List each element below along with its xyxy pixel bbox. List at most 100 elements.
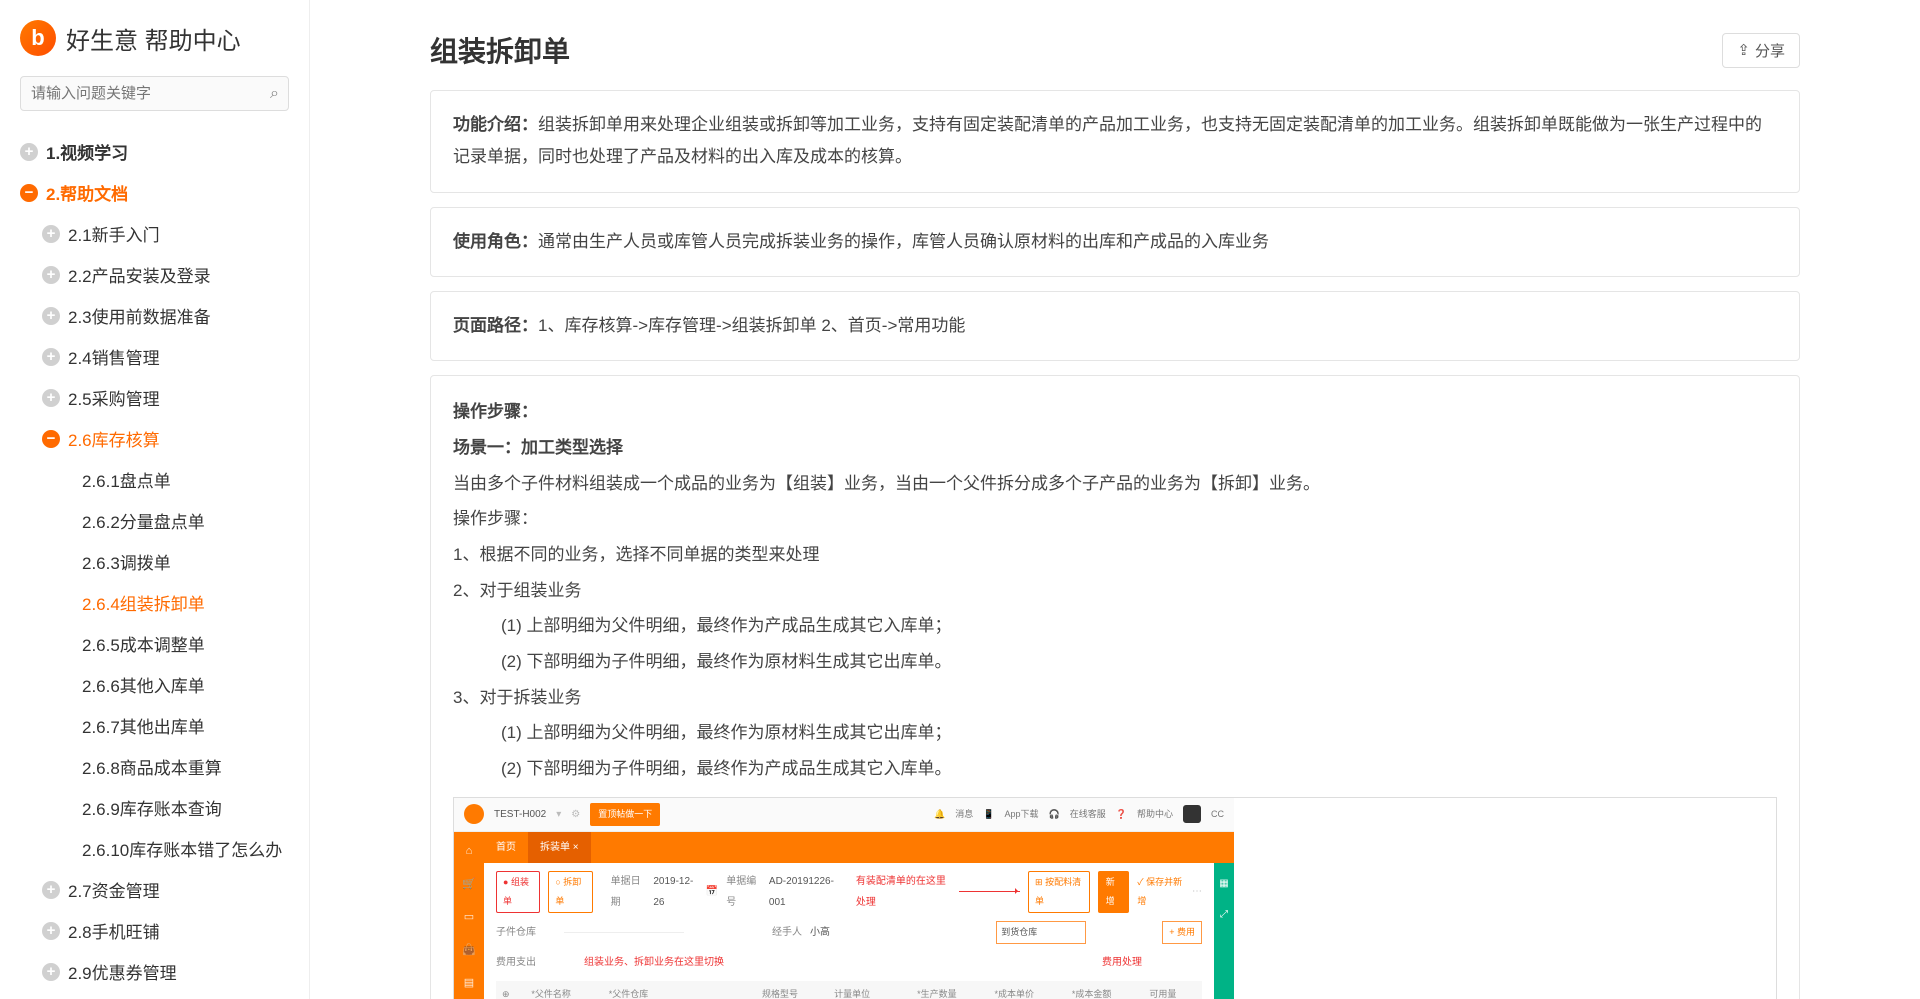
nav-2-6-3[interactable]: 2.6.3调拨单 — [20, 541, 289, 582]
file-icon: ▤ — [464, 972, 474, 995]
nav-2-4[interactable]: +2.4销售管理 — [20, 336, 289, 377]
role-label: 使用角色： — [453, 232, 538, 251]
step-3b: (2) 下部明细为子件明细，最终作为产成品生成其它入库单。 — [453, 751, 1777, 787]
search-input[interactable] — [20, 76, 289, 111]
more-icon: ⋯ — [1192, 881, 1202, 902]
steps-sub: 操作步骤： — [453, 501, 1777, 537]
nav-2-1[interactable]: +2.1新手入门 — [20, 213, 289, 254]
nav-2-6-5[interactable]: 2.6.5成本调整单 — [20, 623, 289, 664]
steps-section: 操作步骤： 场景一：加工类型选择 当由多个子件材料组装成一个成品的业务为【组装】… — [430, 375, 1800, 999]
sidebar: b 好生意 帮助中心 ⌕ +1.视频学习 −2.帮助文档 +2.1新手入门 +2… — [0, 0, 310, 999]
split-chip: ○ 拆卸单 — [548, 871, 592, 913]
nav-2-2[interactable]: +2.2产品安装及登录 — [20, 254, 289, 295]
nav-2-6[interactable]: −2.6库存核算 — [20, 418, 289, 459]
save-button: ✓ 保存并新增 — [1137, 873, 1184, 911]
intro-text: 组装拆卸单用来处理企业组装或拆卸等加工业务，支持有固定装配清单的产品加工业务，也… — [453, 115, 1762, 166]
plus-icon: + — [42, 963, 60, 981]
step-2: 2、对于组装业务 — [453, 573, 1777, 609]
share-button[interactable]: ⇪分享 — [1722, 33, 1800, 68]
right-toolbar: ▦ ⤢ — [1214, 863, 1234, 999]
role-box: 使用角色：通常由生产人员或库管人员完成拆装业务的操作，库管人员确认原材料的出库和… — [430, 207, 1800, 277]
new-button: 新增 — [1098, 871, 1130, 913]
plus-icon: + — [42, 307, 60, 325]
dest-field: 到货仓库 — [996, 921, 1086, 944]
logo-icon: b — [20, 20, 56, 56]
nav-2-8[interactable]: +2.8手机旺铺 — [20, 910, 289, 951]
nav-2-10[interactable]: +2.10经营管理 — [20, 992, 289, 999]
tab-doc: 拆装单 × — [528, 832, 591, 863]
step-3: 3、对于拆装业务 — [453, 680, 1777, 716]
box-icon: ▭ — [464, 906, 474, 929]
site-title: 好生意 帮助中心 — [66, 21, 241, 56]
nav-video[interactable]: +1.视频学习 — [20, 131, 289, 172]
intro-label: 功能介绍： — [453, 115, 538, 134]
plus-icon: + — [20, 143, 38, 161]
nav-2-6-8[interactable]: 2.6.8商品成本重算 — [20, 746, 289, 787]
path-label: 页面路径： — [453, 316, 538, 335]
note-config: 有装配清单的在这里处理 — [856, 871, 951, 913]
help-icon: ❓ — [1116, 805, 1127, 824]
path-box: 页面路径：1、库存核算->库存管理->组装拆卸单 2、首页->常用功能 — [430, 291, 1800, 361]
nav-2-6-2[interactable]: 2.6.2分量盘点单 — [20, 500, 289, 541]
note-fee: 费用处理 — [1102, 952, 1142, 973]
nav-2-6-7[interactable]: 2.6.7其他出库单 — [20, 705, 289, 746]
tenant-name: TEST-H002 — [494, 804, 546, 825]
nav-2-6-6[interactable]: 2.6.6其他入库单 — [20, 664, 289, 705]
nav-2-6-9[interactable]: 2.6.9库存账本查询 — [20, 787, 289, 828]
nav-2-7[interactable]: +2.7资金管理 — [20, 869, 289, 910]
app-sidebar: ⌂ 🛒 ▭ 👜 ▤ 💳 — [454, 832, 484, 999]
gear-icon: ⚙ — [571, 804, 580, 825]
parent-table: ⊕*父件名称*父件仓库规格型号计量单位*生产数量*成本单价*成本金额可用量 1商… — [496, 981, 1202, 999]
nav-2-9[interactable]: +2.9优惠券管理 — [20, 951, 289, 992]
dropdown-icon: ▾ — [556, 804, 561, 825]
nav-2-6-4[interactable]: 2.6.4组装拆卸单 — [20, 582, 289, 623]
plus-icon: + — [42, 348, 60, 366]
avatar-icon — [1183, 805, 1201, 823]
plus-icon: + — [42, 225, 60, 243]
calendar-icon: 📅 — [706, 881, 718, 902]
steps-title: 操作步骤： — [453, 394, 1777, 430]
phone-icon: 📱 — [983, 805, 994, 824]
nav-help-docs[interactable]: −2.帮助文档 — [20, 172, 289, 213]
role-text: 通常由生产人员或库管人员完成拆装业务的操作，库管人员确认原材料的出库和产成品的入… — [538, 232, 1269, 251]
app-logo-icon — [464, 804, 484, 824]
site-logo-row: b 好生意 帮助中心 — [20, 20, 289, 56]
top-promo-button: 置顶帖做一下 — [590, 803, 660, 826]
arrow-icon — [959, 891, 1020, 892]
plus-icon: + — [42, 881, 60, 899]
share-icon: ⇪ — [1737, 41, 1750, 59]
screenshot-illustration: TEST-H002 ▾ ⚙ 置顶帖做一下 🔔消息 📱App下载 🎧在线客服 ❓帮… — [453, 797, 1777, 999]
expand-icon: ⤢ — [1220, 904, 1228, 925]
bag-icon: 👜 — [462, 939, 476, 962]
minus-icon: − — [20, 184, 38, 202]
nav-2-6-1[interactable]: 2.6.1盘点单 — [20, 459, 289, 500]
assemble-chip: ● 组装单 — [496, 871, 540, 913]
search-icon[interactable]: ⌕ — [270, 85, 279, 103]
nav-2-3[interactable]: +2.3使用前数据准备 — [20, 295, 289, 336]
search-box: ⌕ — [20, 76, 289, 111]
minus-icon: − — [42, 430, 60, 448]
nav-tree: +1.视频学习 −2.帮助文档 +2.1新手入门 +2.2产品安装及登录 +2.… — [20, 131, 289, 999]
home-icon: ⌂ — [466, 840, 473, 863]
step-2b: (2) 下部明细为子件明细，最终作为原材料生成其它出库单。 — [453, 644, 1777, 680]
step-2a: (1) 上部明细为父件明细，最终作为产成品生成其它入库单； — [453, 608, 1777, 644]
scene-title: 场景一：加工类型选择 — [453, 430, 1777, 466]
plus-icon: + — [42, 922, 60, 940]
plus-icon: + — [42, 389, 60, 407]
close-icon: × — [573, 842, 579, 853]
path-text: 1、库存核算->库存管理->组装拆卸单 2、首页->常用功能 — [538, 316, 965, 335]
nav-2-6-10[interactable]: 2.6.10库存账本错了怎么办 — [20, 828, 289, 869]
plus-icon: + — [42, 266, 60, 284]
main-content: 组装拆卸单 ⇪分享 功能介绍：组装拆卸单用来处理企业组装或拆卸等加工业务，支持有… — [310, 0, 1920, 999]
fee-button: + 费用 — [1162, 921, 1202, 944]
tool-icon: ▦ — [1219, 873, 1228, 894]
nav-2-5[interactable]: +2.5采购管理 — [20, 377, 289, 418]
page-title: 组装拆卸单 — [430, 30, 570, 70]
scene-desc: 当由多个子件材料组装成一个成品的业务为【组装】业务，当由一个父件拆分成多个子产品… — [453, 466, 1777, 502]
headset-icon: 🎧 — [1049, 805, 1060, 824]
step-1: 1、根据不同的业务，选择不同单据的类型来处理 — [453, 537, 1777, 573]
note-switch: 组装业务、拆卸业务在这里切换 — [584, 952, 724, 973]
cart-icon: 🛒 — [462, 873, 476, 896]
tab-home: 首页 — [484, 832, 528, 863]
bell-icon: 🔔 — [934, 805, 945, 824]
